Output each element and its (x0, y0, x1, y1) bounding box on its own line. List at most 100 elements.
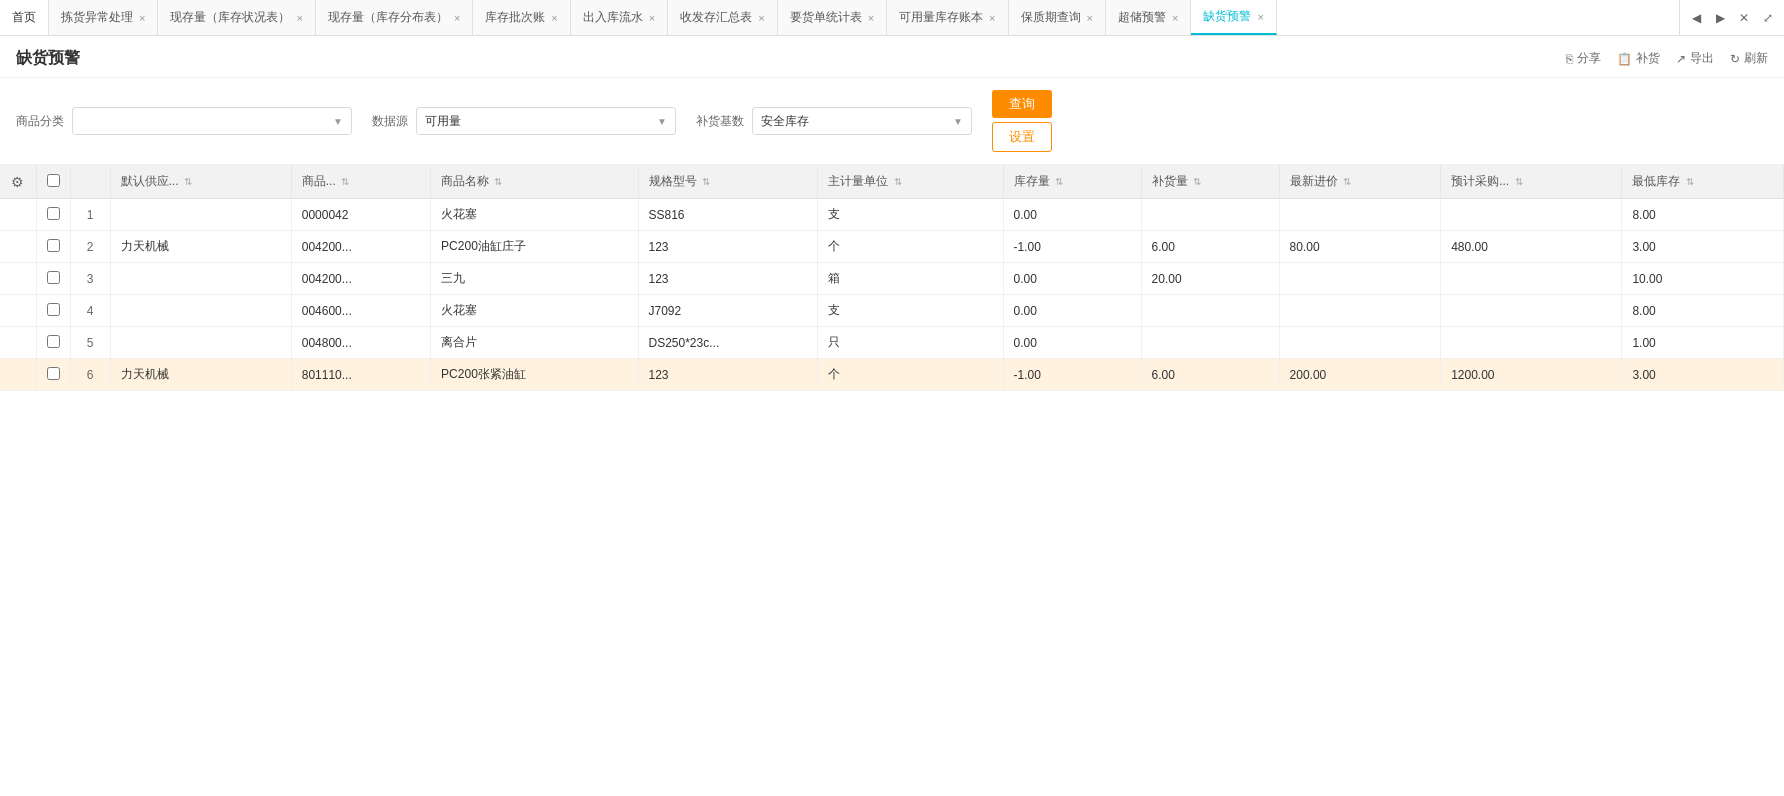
refresh-button[interactable]: ↻ 刷新 (1730, 50, 1768, 67)
select-all-checkbox[interactable] (47, 174, 60, 187)
row-name: PC200油缸庄子 (431, 231, 638, 263)
row-spec: J7092 (638, 295, 818, 327)
row-checkbox[interactable] (47, 239, 60, 252)
query-button[interactable]: 查询 (992, 90, 1052, 118)
row-checkbox[interactable] (47, 271, 60, 284)
filter-bar: 商品分类 ▼ 数据源 可用量 ▼ 补货基数 安全库存 ▼ 查询 设置 (0, 78, 1784, 165)
row-checkbox[interactable] (47, 367, 60, 380)
row-unit: 个 (818, 359, 1003, 391)
row-stock: 0.00 (1003, 199, 1141, 231)
tab-expiry-query-close[interactable]: × (1087, 12, 1093, 24)
replenish-base-filter-group: 补货基数 安全库存 ▼ (696, 107, 972, 135)
row-spec: SS816 (638, 199, 818, 231)
tab-home[interactable]: 首页 (0, 0, 49, 35)
tab-inout-flow[interactable]: 出入库流水 × (571, 0, 668, 35)
col-latest-price-label: 最新进价 (1290, 174, 1338, 188)
row-unit: 支 (818, 295, 1003, 327)
row-code: 0000042 (291, 199, 430, 231)
row-settings-cell (0, 263, 36, 295)
tab-demand-stats-close[interactable]: × (868, 12, 874, 24)
row-name: 离合片 (431, 327, 638, 359)
share-button[interactable]: ⎘ 分享 (1566, 50, 1601, 67)
col-name-sort[interactable]: ⇅ (494, 176, 502, 187)
tab-abnormal[interactable]: 拣货异常处理 × (49, 0, 158, 35)
tab-inventory-dist-close[interactable]: × (454, 12, 460, 24)
category-select-arrow: ▼ (333, 116, 343, 127)
tab-expiry-query[interactable]: 保质期查询 × (1009, 0, 1106, 35)
col-replenish[interactable]: 补货量 ⇅ (1141, 165, 1279, 199)
col-min-stock[interactable]: 最低库存 ⇅ (1622, 165, 1784, 199)
page-header: 缺货预警 ⎘ 分享 📋 补货 ↗ 导出 ↻ 刷新 (0, 36, 1784, 78)
tab-batch-account[interactable]: 库存批次账 × (473, 0, 570, 35)
col-name[interactable]: 商品名称 ⇅ (431, 165, 638, 199)
col-stock-sort[interactable]: ⇅ (1055, 176, 1063, 187)
col-unit-sort[interactable]: ⇅ (894, 176, 902, 187)
row-checkbox-cell[interactable] (36, 199, 70, 231)
row-checkbox[interactable] (47, 303, 60, 316)
category-select[interactable]: ▼ (72, 107, 352, 135)
row-checkbox-cell[interactable] (36, 295, 70, 327)
replenish-button[interactable]: 📋 补货 (1617, 50, 1660, 67)
replenish-base-select[interactable]: 安全库存 ▼ (752, 107, 972, 135)
datasource-select-text: 可用量 (425, 113, 657, 130)
datasource-select[interactable]: 可用量 ▼ (416, 107, 676, 135)
tab-overstock[interactable]: 超储预警 × (1106, 0, 1191, 35)
row-checkbox[interactable] (47, 335, 60, 348)
table-row: 3 004200... 三九 123 箱 0.00 20.00 10.00 (0, 263, 1784, 295)
tab-shortage-close[interactable]: × (1257, 11, 1263, 23)
col-unit-label: 主计量单位 (828, 174, 888, 188)
tab-batch-account-close[interactable]: × (551, 12, 557, 24)
row-checkbox-cell[interactable] (36, 263, 70, 295)
tab-close-all-button[interactable]: ✕ (1732, 6, 1756, 30)
tab-inventory-dist[interactable]: 现存量（库存分布表） × (316, 0, 473, 35)
row-checkbox-cell[interactable] (36, 327, 70, 359)
replenish-icon: 📋 (1617, 52, 1632, 66)
col-est-purchase[interactable]: 预计采购... ⇅ (1441, 165, 1622, 199)
tab-collect-summary[interactable]: 收发存汇总表 × (668, 0, 777, 35)
col-settings[interactable]: ⚙ (0, 165, 36, 199)
row-checkbox[interactable] (47, 207, 60, 220)
col-est-purchase-sort[interactable]: ⇅ (1515, 176, 1523, 187)
col-spec[interactable]: 规格型号 ⇅ (638, 165, 818, 199)
export-icon: ↗ (1676, 52, 1686, 66)
tab-fullscreen-button[interactable]: ⤢ (1756, 6, 1780, 30)
col-supplier-sort[interactable]: ⇅ (184, 176, 192, 187)
col-code[interactable]: 商品... ⇅ (291, 165, 430, 199)
gear-icon[interactable]: ⚙ (11, 174, 24, 190)
export-button[interactable]: ↗ 导出 (1676, 50, 1714, 67)
row-num: 6 (70, 359, 110, 391)
col-code-sort[interactable]: ⇅ (341, 176, 349, 187)
row-latest-price (1279, 295, 1441, 327)
row-replenish: 6.00 (1141, 231, 1279, 263)
col-supplier[interactable]: 默认供应... ⇅ (110, 165, 291, 199)
row-spec: 123 (638, 263, 818, 295)
tab-demand-stats[interactable]: 要货单统计表 × (778, 0, 887, 35)
row-num: 2 (70, 231, 110, 263)
row-settings-cell (0, 231, 36, 263)
col-checkbox[interactable] (36, 165, 70, 199)
row-supplier (110, 295, 291, 327)
tab-prev-button[interactable]: ◀ (1684, 6, 1708, 30)
col-latest-price[interactable]: 最新进价 ⇅ (1279, 165, 1441, 199)
settings-button[interactable]: 设置 (992, 122, 1052, 152)
tab-collect-summary-close[interactable]: × (758, 12, 764, 24)
tab-inventory-status[interactable]: 现存量（库存状况表） × (158, 0, 315, 35)
col-stock[interactable]: 库存量 ⇅ (1003, 165, 1141, 199)
row-code: 004200... (291, 263, 430, 295)
col-latest-price-sort[interactable]: ⇅ (1343, 176, 1351, 187)
tab-inout-flow-close[interactable]: × (649, 12, 655, 24)
col-min-stock-sort[interactable]: ⇅ (1686, 176, 1694, 187)
row-checkbox-cell[interactable] (36, 359, 70, 391)
tab-available-ledger-close[interactable]: × (989, 12, 995, 24)
tab-overstock-close[interactable]: × (1172, 12, 1178, 24)
col-replenish-sort[interactable]: ⇅ (1193, 176, 1201, 187)
tab-next-button[interactable]: ▶ (1708, 6, 1732, 30)
tab-inventory-status-close[interactable]: × (296, 12, 302, 24)
tab-abnormal-close[interactable]: × (139, 12, 145, 24)
col-unit[interactable]: 主计量单位 ⇅ (818, 165, 1003, 199)
col-spec-sort[interactable]: ⇅ (702, 176, 710, 187)
tab-shortage[interactable]: 缺货预警 × (1191, 0, 1276, 35)
tab-available-ledger[interactable]: 可用量库存账本 × (887, 0, 1008, 35)
row-checkbox-cell[interactable] (36, 231, 70, 263)
filter-right-buttons: 查询 设置 (992, 90, 1052, 152)
